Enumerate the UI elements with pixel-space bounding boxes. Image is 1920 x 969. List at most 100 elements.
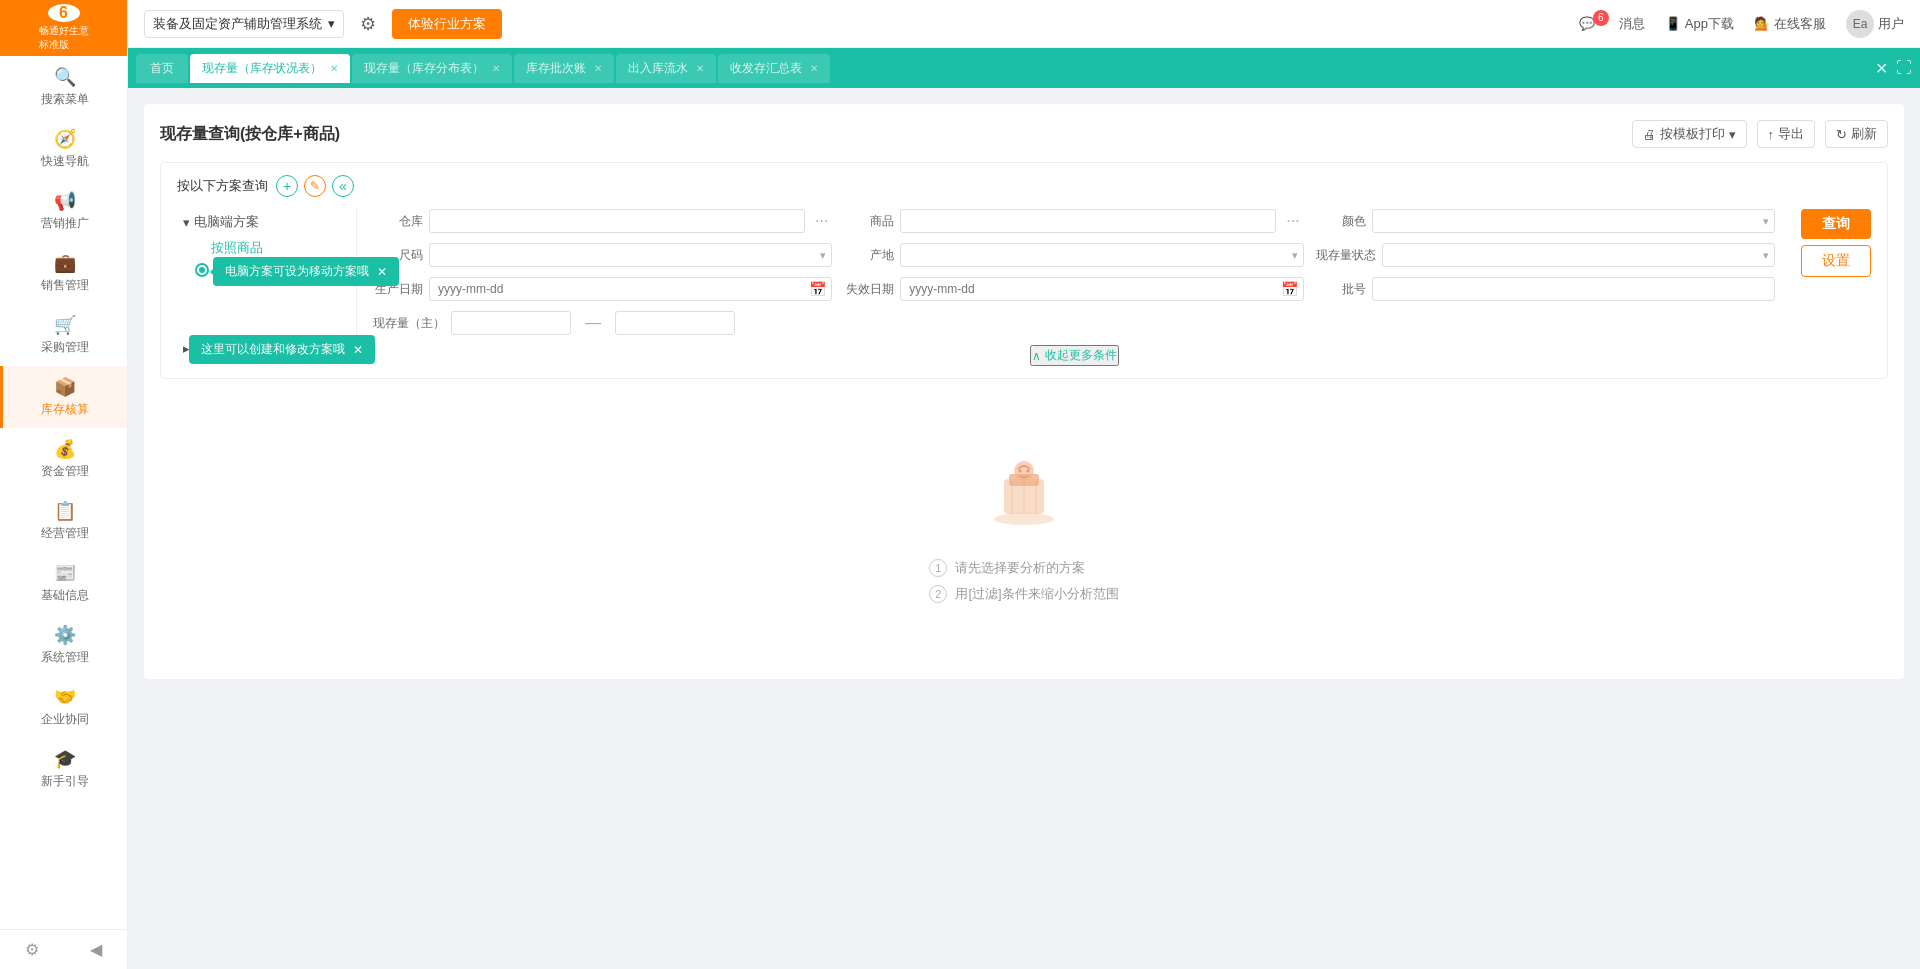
main-area: 装备及固定资产辅助管理系统 ▾ ⚙ 体验行业方案 💬 6 消息 📱 App下载 … (128, 0, 1920, 969)
expire-date-input[interactable] (900, 277, 1303, 301)
calendar-icon[interactable]: 📅 (809, 281, 826, 297)
filter-field-warehouse: 仓库 ··· (373, 209, 832, 233)
sidebar-item-search[interactable]: 🔍 搜索菜单 (0, 56, 127, 118)
industry-btn[interactable]: 体验行业方案 (392, 9, 502, 39)
goods-dots[interactable]: ··· (1282, 212, 1303, 230)
set-btn[interactable]: 设置 (1801, 245, 1871, 277)
app-icon: 📱 (1665, 16, 1681, 31)
filter-row-2: 尺码 产地 (373, 243, 1775, 267)
sidebar-item-sales[interactable]: 💼 销售管理 (0, 242, 127, 304)
stock-min-input[interactable] (451, 311, 571, 335)
marketing-icon: 📢 (54, 190, 76, 212)
finance-icon: 💰 (54, 438, 76, 460)
tooltip1-close[interactable]: ✕ (377, 265, 387, 279)
scheme-tree: ▾ 电脑端方案 按照商品 (177, 209, 357, 361)
close-icon[interactable]: ✕ (492, 63, 500, 74)
status-label: 现存量状态 (1316, 247, 1376, 264)
filter-field-stock: 现存量（主） — (373, 311, 1775, 335)
tab-batch-account[interactable]: 库存批次账 ✕ (514, 54, 614, 83)
filter-controls: + ✎ « (276, 175, 354, 197)
sidebar-item-system[interactable]: ⚙️ 系统管理 (0, 614, 127, 676)
corp-icon: 🤝 (54, 686, 76, 708)
tab-home[interactable]: 首页 (136, 54, 188, 83)
header-app-download[interactable]: 📱 App下载 (1665, 15, 1734, 33)
filter-field-size: 尺码 (373, 243, 832, 267)
filter-field-goods: 商品 ··· (844, 209, 1303, 233)
sidebar-item-guide[interactable]: 🎓 新手引导 (0, 738, 127, 800)
system-select-chevron: ▾ (328, 16, 335, 31)
stock-dash: — (577, 314, 609, 332)
page-card: 现存量查询(按仓库+商品) 🖨 按模板打印 ▾ ↑ 导出 ↻ 刷新 (144, 104, 1904, 679)
origin-select[interactable] (900, 243, 1303, 267)
color-select[interactable] (1372, 209, 1775, 233)
close-icon[interactable]: ✕ (696, 63, 704, 74)
size-select-wrap (429, 243, 832, 267)
purchase-icon: 🛒 (54, 314, 76, 336)
system-select[interactable]: 装备及固定资产辅助管理系统 ▾ (144, 10, 344, 38)
sidebar-collapse-btn[interactable]: ◀ (90, 940, 102, 959)
sidebar-logo: 6 畅通好生意 标准版 (0, 0, 127, 56)
warehouse-dots[interactable]: ··· (811, 212, 832, 230)
sidebar-item-inventory[interactable]: 📦 库存核算 (0, 366, 127, 428)
sidebar-settings-btn[interactable]: ⚙ (25, 940, 39, 959)
message-badge: 6 (1593, 10, 1609, 26)
page-title-row: 现存量查询(按仓库+商品) 🖨 按模板打印 ▾ ↑ 导出 ↻ 刷新 (160, 120, 1888, 148)
tab-close-all-icon[interactable]: ✕ (1875, 59, 1888, 78)
page-actions: 🖨 按模板打印 ▾ ↑ 导出 ↻ 刷新 (1632, 120, 1889, 148)
calendar-icon-2[interactable]: 📅 (1281, 281, 1298, 297)
filter-field-origin: 产地 (844, 243, 1303, 267)
search-icon: 🔍 (54, 66, 76, 88)
svg-point-0 (994, 513, 1054, 525)
size-select[interactable] (429, 243, 832, 267)
batch-input[interactable] (1372, 277, 1775, 301)
export-btn[interactable]: ↑ 导出 (1757, 120, 1816, 148)
svg-point-4 (1019, 470, 1022, 473)
tooltip1-wrap: 电脑方案可设为移动方案哦 ✕ (197, 265, 344, 275)
tab-inventory-dist[interactable]: 现存量（库存分布表） ✕ (352, 54, 512, 83)
sidebar-item-finance[interactable]: 💰 资金管理 (0, 428, 127, 490)
close-icon[interactable]: ✕ (330, 63, 338, 74)
tab-expand-icon[interactable]: ⛶ (1896, 59, 1912, 77)
filter-field-color: 颜色 (1316, 209, 1775, 233)
filter-field-batch: 批号 (1316, 277, 1775, 301)
tooltip2-close[interactable]: ✕ (353, 343, 363, 357)
sidebar-item-marketing[interactable]: 📢 营销推广 (0, 180, 127, 242)
sidebar-item-purchase[interactable]: 🛒 采购管理 (0, 304, 127, 366)
tab-recv-send-sum[interactable]: 收发存汇总表 ✕ (718, 54, 830, 83)
goods-input[interactable] (900, 209, 1276, 233)
header-user[interactable]: Ea 用户 (1846, 10, 1904, 38)
sidebar-item-ops[interactable]: 📋 经营管理 (0, 490, 127, 552)
header-message[interactable]: 💬 6 消息 (1579, 15, 1645, 33)
back-scheme-btn[interactable]: « (332, 175, 354, 197)
print-btn[interactable]: 🖨 按模板打印 ▾ (1632, 120, 1747, 148)
scheme-item-desktop[interactable]: ▾ 电脑端方案 (177, 209, 344, 235)
stock-max-input[interactable] (615, 311, 735, 335)
edit-scheme-btn[interactable]: ✎ (304, 175, 326, 197)
filter-top: 按以下方案查询 + ✎ « (177, 175, 1871, 197)
sidebar-item-basic[interactable]: 📰 基础信息 (0, 552, 127, 614)
sidebar-item-corp[interactable]: 🤝 企业协同 (0, 676, 127, 738)
status-select[interactable] (1382, 243, 1775, 267)
search-btn[interactable]: 查询 (1801, 209, 1871, 239)
tab-in-out-flow[interactable]: 出入库流水 ✕ (616, 54, 716, 83)
empty-state: 1 请先选择要分析的方案 2 用[过滤]条件来缩小分析范围 (160, 379, 1888, 663)
tabs-bar: 首页 现存量（库存状况表） ✕ 现存量（库存分布表） ✕ 库存批次账 ✕ 出入库… (128, 48, 1920, 88)
settings-icon[interactable]: ⚙ (360, 13, 376, 35)
color-select-wrap (1372, 209, 1775, 233)
basic-icon: 📰 (54, 562, 76, 584)
warehouse-input[interactable] (429, 209, 805, 233)
page-content: 现存量查询(按仓库+商品) 🖨 按模板打印 ▾ ↑ 导出 ↻ 刷新 (128, 88, 1920, 969)
header-online-service[interactable]: 💁 在线客服 (1754, 15, 1826, 33)
collapse-btn[interactable]: ∧ 收起更多条件 (1030, 345, 1119, 366)
sidebar-item-quicknav[interactable]: 🧭 快速导航 (0, 118, 127, 180)
page-title: 现存量查询(按仓库+商品) (160, 124, 340, 145)
close-icon[interactable]: ✕ (810, 63, 818, 74)
tooltip1: 电脑方案可设为移动方案哦 ✕ (213, 257, 399, 286)
produce-date-input[interactable] (429, 277, 832, 301)
tooltip2: 这里可以创建和修改方案哦 ✕ (189, 335, 375, 364)
refresh-btn[interactable]: ↻ 刷新 (1825, 120, 1888, 148)
close-icon[interactable]: ✕ (594, 63, 602, 74)
tab-inventory-status[interactable]: 现存量（库存状况表） ✕ (190, 54, 350, 83)
svg-point-5 (1027, 470, 1030, 473)
add-scheme-btn[interactable]: + (276, 175, 298, 197)
